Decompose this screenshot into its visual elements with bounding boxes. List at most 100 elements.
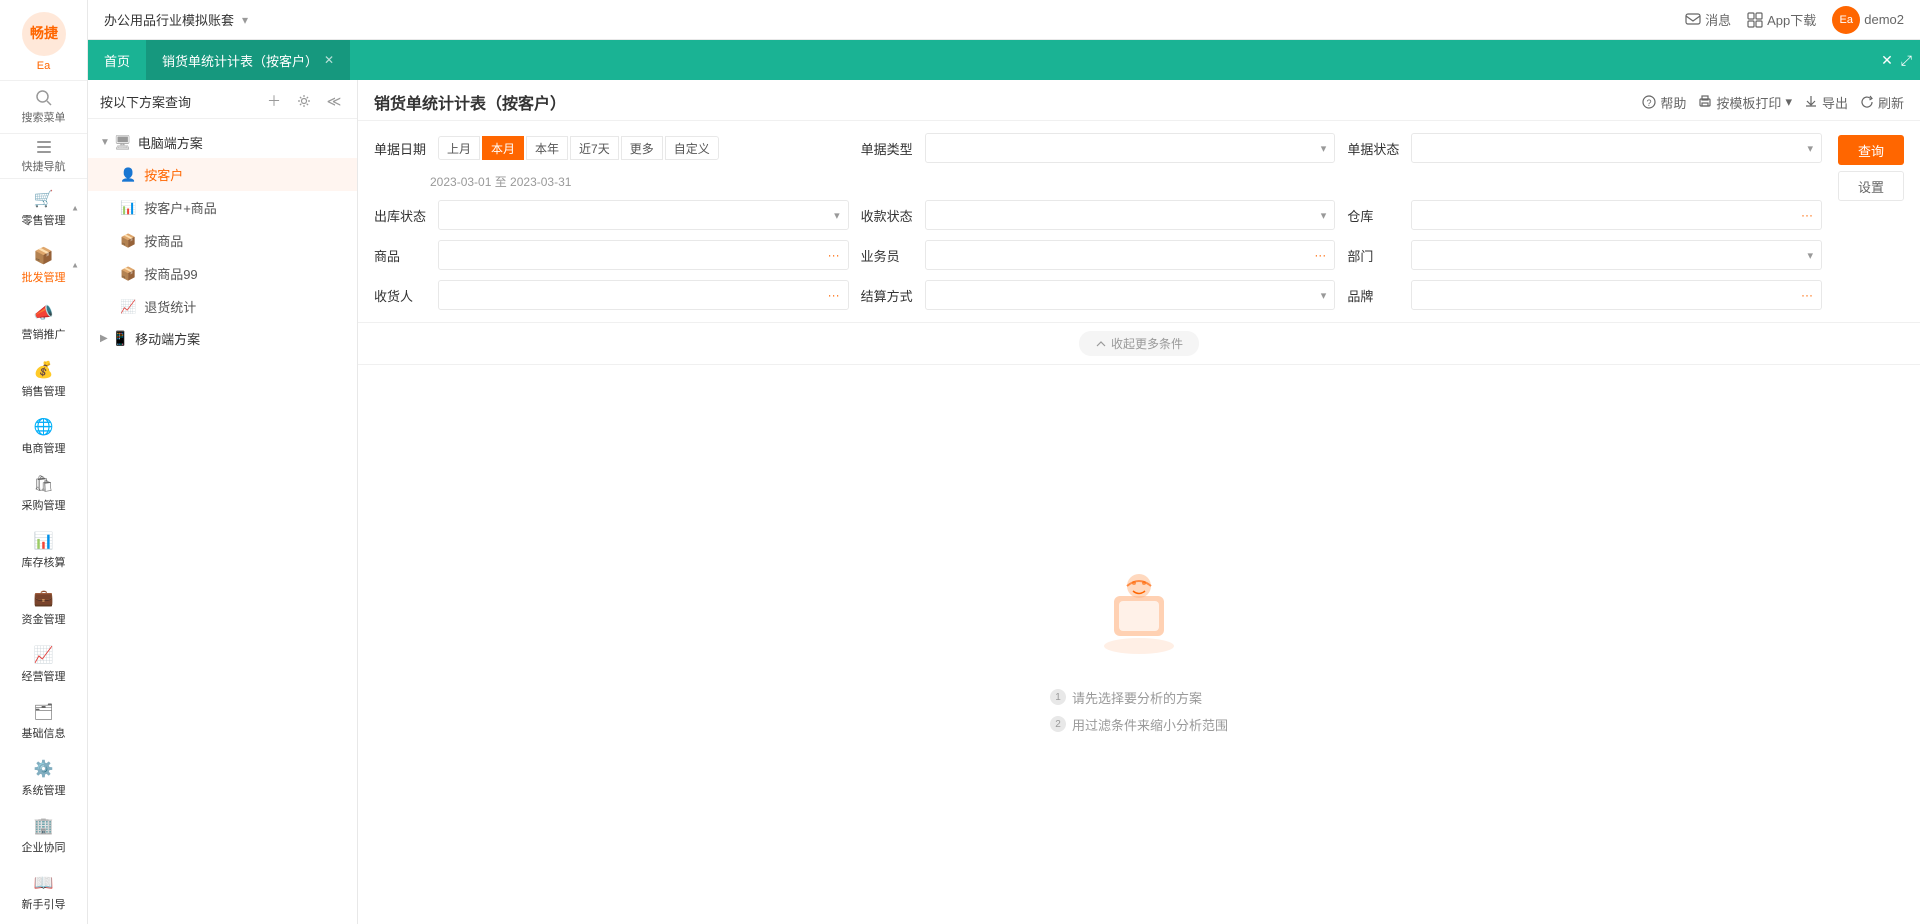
- window-maximize-btn[interactable]: ⤢: [1901, 52, 1912, 69]
- product-more[interactable]: ···: [828, 248, 840, 262]
- search-menu-btn[interactable]: 搜索菜单: [0, 81, 87, 134]
- order-status-select[interactable]: ▾: [1411, 133, 1822, 163]
- app-download-label: App下载: [1767, 10, 1816, 29]
- settle-method-select[interactable]: ▾: [925, 280, 1336, 310]
- wholesale-icon: 📦: [34, 246, 54, 266]
- refresh-btn[interactable]: 刷新: [1860, 93, 1904, 112]
- salesperson-input[interactable]: ···: [925, 240, 1336, 270]
- scheme-panel-title: 按以下方案查询: [100, 92, 191, 111]
- salesperson-label: 业务员: [861, 246, 917, 265]
- sidebar-item-purchase[interactable]: 🛍 采购管理: [0, 464, 87, 521]
- tab-close-btn[interactable]: ✕: [324, 53, 334, 67]
- sidebar: 畅捷 Ea 搜索菜单 快捷导航 🛒 零售管理 ▲ 📦 批发管理 ▲ 📣 营销推广…: [0, 0, 88, 924]
- date-btn-custom[interactable]: 自定义: [665, 136, 719, 160]
- dept-select[interactable]: ▾: [1411, 240, 1822, 270]
- sidebar-item-basic-label: 基础信息: [22, 725, 66, 741]
- tree-item-customer[interactable]: 👤 按客户: [88, 158, 357, 191]
- settings-scheme-btn[interactable]: [293, 90, 315, 112]
- quick-nav-btn[interactable]: 快捷导航: [0, 134, 87, 179]
- sidebar-item-inventory[interactable]: 📊 库存核算: [0, 521, 87, 578]
- date-btn-this-year[interactable]: 本年: [526, 136, 568, 160]
- date-btn-last-month[interactable]: 上月: [438, 136, 480, 160]
- desktop-scheme-header[interactable]: ▼ 🖥 电脑端方案: [88, 127, 357, 158]
- salesperson-more[interactable]: ···: [1314, 248, 1326, 262]
- finance-icon: 💼: [34, 588, 54, 608]
- system-icon: ⚙️: [34, 759, 54, 779]
- product-label: 按商品: [144, 231, 183, 250]
- query-button[interactable]: 查询: [1838, 135, 1904, 165]
- logo: 畅捷 Ea: [0, 0, 87, 81]
- scheme-tree: ▼ 🖥 电脑端方案 👤 按客户 📊 按客户+商品 📦 按商品: [88, 119, 357, 924]
- customer-product-icon: 📊: [120, 200, 136, 216]
- receiver-input[interactable]: ···: [438, 280, 849, 310]
- tab-home[interactable]: 首页: [88, 40, 146, 80]
- tab-bar: 首页 销货单统计计表（按客户） ✕ ✕ ⤢: [88, 40, 1920, 80]
- tab-active-label: 销货单统计计表（按客户）: [162, 51, 318, 70]
- sidebar-item-retail[interactable]: 🛒 零售管理 ▲: [0, 179, 87, 236]
- user-profile-btn[interactable]: Ea demo2: [1832, 6, 1904, 34]
- tree-item-returns[interactable]: 📈 退货统计: [88, 290, 357, 323]
- filter-product: 商品 ···: [374, 240, 849, 270]
- tab-home-label: 首页: [104, 51, 130, 70]
- brand-more[interactable]: ···: [1801, 288, 1813, 302]
- tree-item-customer-product[interactable]: 📊 按客户+商品: [88, 191, 357, 224]
- order-type-select[interactable]: ▾: [925, 133, 1336, 163]
- collapse-panel-btn[interactable]: ≪: [323, 90, 345, 112]
- mobile-toggle: ▶: [100, 333, 108, 344]
- sidebar-item-newbie[interactable]: 📖 新手引导: [0, 863, 87, 920]
- print-dropdown-arrow[interactable]: ▾: [1785, 94, 1792, 110]
- settings-button[interactable]: 设置: [1838, 171, 1904, 201]
- tree-item-product99[interactable]: 📦 按商品99: [88, 257, 357, 290]
- customer-item-label: 按客户: [144, 165, 183, 184]
- sidebar-item-operations-label: 经营管理: [22, 668, 66, 684]
- product-input[interactable]: ···: [438, 240, 849, 270]
- message-btn[interactable]: 消息: [1685, 10, 1731, 29]
- date-range-value: 2023-03-01 至 2023-03-31: [430, 173, 571, 190]
- collapse-button[interactable]: 收起更多条件: [1079, 331, 1199, 356]
- export-btn[interactable]: 导出: [1804, 93, 1848, 112]
- sidebar-item-purchase-label: 采购管理: [22, 497, 66, 513]
- brand-input[interactable]: ···: [1411, 280, 1822, 310]
- mobile-scheme-header[interactable]: ▶ 📱 移动端方案: [88, 323, 357, 354]
- sidebar-item-sales[interactable]: 💰 销售管理: [0, 350, 87, 407]
- inventory-icon: 📊: [34, 531, 54, 551]
- out-status-select[interactable]: ▾: [438, 200, 849, 230]
- page-content: 按以下方案查询 ＋ ≪ ▼ 🖥 电脑端方案: [88, 80, 1920, 924]
- tab-sales-stats[interactable]: 销货单统计计表（按客户） ✕: [146, 40, 350, 80]
- sidebar-item-apps[interactable]: 🔲 应用中心: [0, 920, 87, 924]
- sidebar-item-retail-label: 零售管理: [22, 212, 66, 228]
- operations-icon: 📈: [34, 645, 54, 665]
- add-scheme-btn[interactable]: ＋: [263, 90, 285, 112]
- username: demo2: [1864, 12, 1904, 27]
- filter-area: 单据日期 上月 本月 本年 近7天 更多 自定义: [358, 121, 1920, 323]
- sidebar-item-system[interactable]: ⚙️ 系统管理: [0, 749, 87, 806]
- sidebar-item-ecommerce-label: 电商管理: [22, 440, 66, 456]
- app-download-btn[interactable]: App下载: [1747, 10, 1816, 29]
- brand-label: 品牌: [1347, 286, 1403, 305]
- date-btn-more[interactable]: 更多: [621, 136, 663, 160]
- sidebar-item-newbie-label: 新手引导: [22, 896, 66, 912]
- collect-status-select[interactable]: ▾: [925, 200, 1336, 230]
- warehouse-more[interactable]: ···: [1801, 208, 1813, 222]
- sidebar-item-basic[interactable]: 🗂 基础信息: [0, 692, 87, 749]
- sidebar-item-enterprise[interactable]: 🏢 企业协同: [0, 806, 87, 863]
- date-btn-7days[interactable]: 近7天: [570, 136, 619, 160]
- returns-icon: 📈: [120, 299, 136, 315]
- date-btn-this-month[interactable]: 本月: [482, 136, 524, 160]
- warehouse-input[interactable]: ···: [1411, 200, 1822, 230]
- help-btn[interactable]: ? 帮助: [1642, 93, 1686, 112]
- sidebar-item-finance-label: 资金管理: [22, 611, 66, 627]
- print-btn[interactable]: 按模板打印 ▾: [1698, 93, 1792, 112]
- sidebar-item-operations[interactable]: 📈 经营管理: [0, 635, 87, 692]
- receiver-more[interactable]: ···: [828, 288, 840, 302]
- sidebar-item-marketing[interactable]: 📣 营销推广: [0, 293, 87, 350]
- window-close-btn[interactable]: ✕: [1881, 52, 1893, 69]
- sidebar-item-finance[interactable]: 💼 资金管理: [0, 578, 87, 635]
- topbar-title-area: 办公用品行业模拟账套 ▾: [104, 10, 248, 29]
- company-dropdown[interactable]: ▾: [242, 13, 248, 27]
- collapse-bar[interactable]: 收起更多条件: [358, 323, 1920, 365]
- sidebar-item-ecommerce[interactable]: 🌐 电商管理: [0, 407, 87, 464]
- sidebar-item-wholesale[interactable]: 📦 批发管理 ▲: [0, 236, 87, 293]
- tree-item-product[interactable]: 📦 按商品: [88, 224, 357, 257]
- desktop-scheme-group: ▼ 🖥 电脑端方案 👤 按客户 📊 按客户+商品 📦 按商品: [88, 127, 357, 323]
